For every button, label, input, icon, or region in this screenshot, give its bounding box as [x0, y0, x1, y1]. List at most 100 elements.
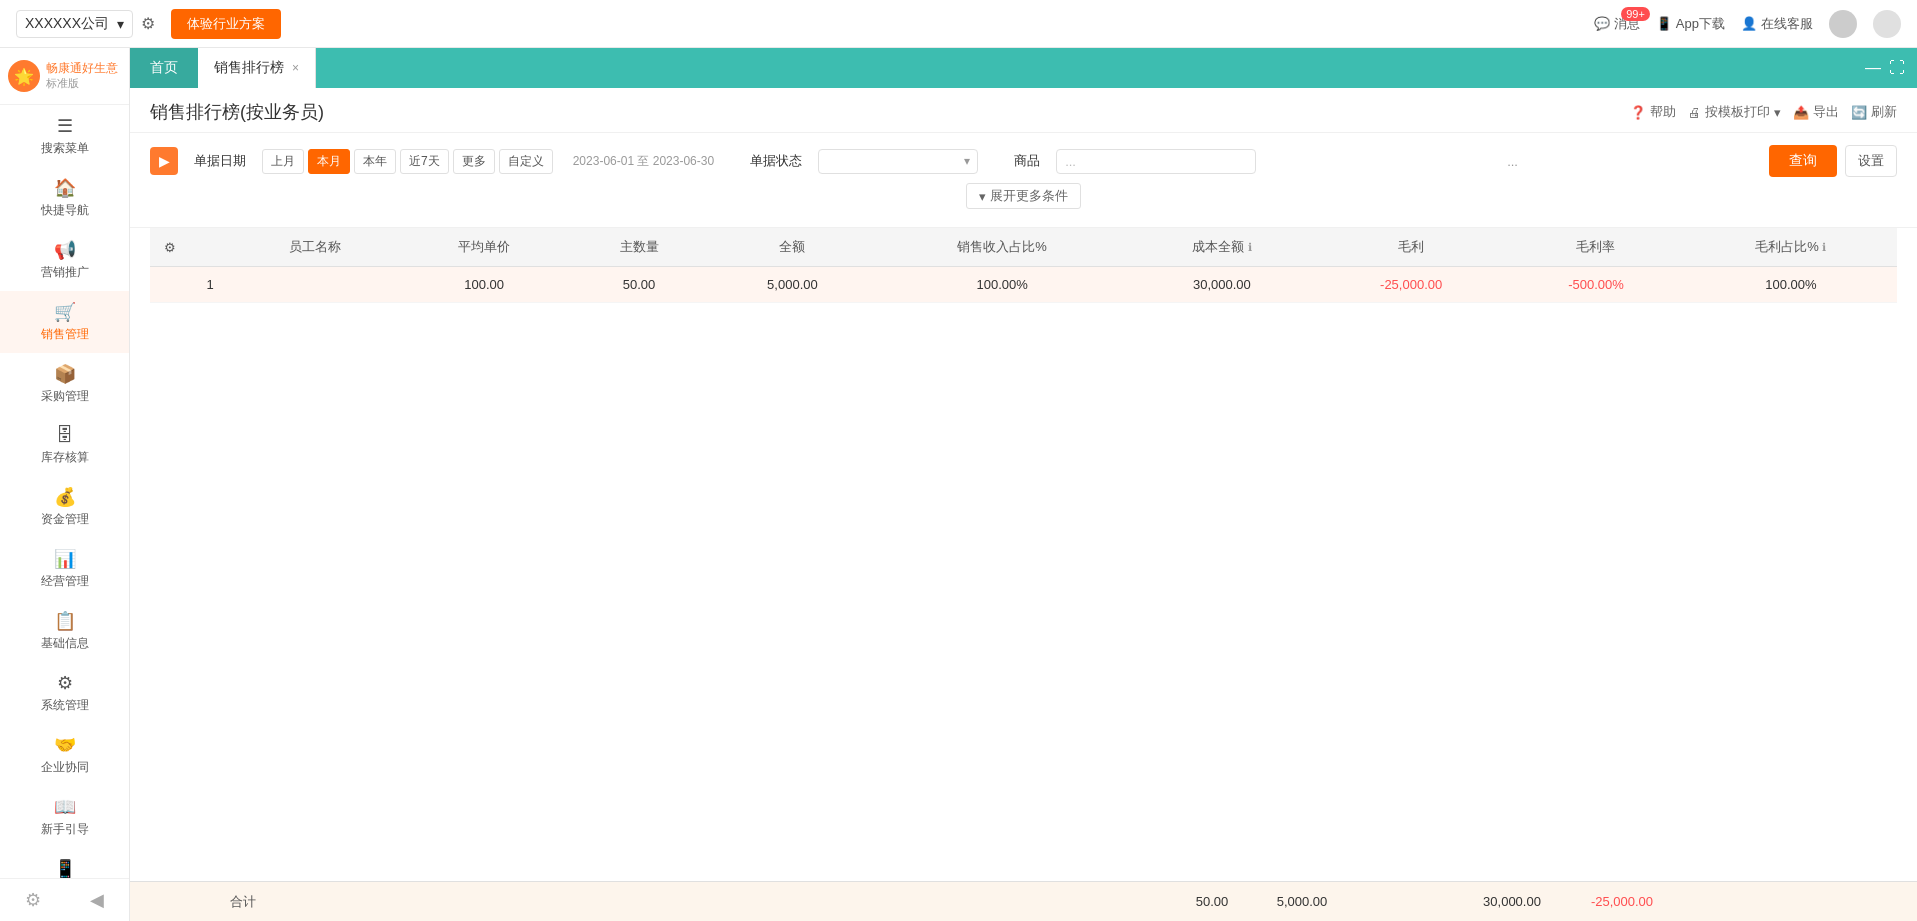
- online-label: 在线客服: [1761, 15, 1813, 33]
- sidebar-settings-btn[interactable]: ⚙: [25, 889, 41, 911]
- marketing-icon: 📢: [54, 239, 76, 261]
- th-sales-pct: 销售收入占比%: [876, 228, 1129, 267]
- query-actions: 查询 设置: [1769, 145, 1897, 177]
- logo-icon: 🌟: [8, 60, 40, 92]
- user-name-area[interactable]: [1873, 10, 1901, 38]
- user-avatar[interactable]: [1829, 10, 1857, 38]
- tab-sales-ranking[interactable]: 销售排行榜 ×: [198, 48, 316, 88]
- footer-main-qty: 50.00: [1167, 894, 1257, 909]
- logo-sub-text: 标准版: [46, 76, 118, 91]
- purchase-icon: 📦: [54, 363, 76, 385]
- sidebar-item-system[interactable]: ⚙ 系统管理: [0, 662, 129, 724]
- sidebar-item-sales[interactable]: 🛒 销售管理: [0, 291, 129, 353]
- system-icon: ⚙: [57, 672, 73, 694]
- sidebar-item-basic-info[interactable]: 📋 基础信息: [0, 600, 129, 662]
- finance-label: 资金管理: [41, 511, 89, 528]
- th-employee: 员工名称: [230, 228, 399, 267]
- sidebar-item-operations[interactable]: 📊 经营管理: [0, 538, 129, 600]
- top-bar: XXXXXX公司 ▾ ⚙ 体验行业方案 💬 消息 99+ 📱 App下载 👤 在…: [0, 0, 1917, 48]
- settings-button[interactable]: 设置: [1845, 145, 1897, 177]
- date-btn-this-month[interactable]: 本月: [308, 149, 350, 174]
- main-area: 🌟 畅康通好生意 标准版 ☰ 搜索菜单 🏠 快捷导航 📢 营销推广: [0, 48, 1917, 921]
- query-button[interactable]: 查询: [1769, 145, 1837, 177]
- table-row: 1 100.00 50.00 5,000.00 100.00% 30,000.0…: [150, 267, 1897, 303]
- tab-minimize-btn[interactable]: —: [1865, 59, 1881, 77]
- export-button[interactable]: 📤 导出: [1793, 103, 1839, 121]
- td-rank: 1: [190, 267, 230, 303]
- date-btn-this-year[interactable]: 本年: [354, 149, 396, 174]
- help-button[interactable]: ❓ 帮助: [1630, 103, 1676, 121]
- app-center-icon: 📱: [54, 858, 76, 878]
- sales-label: 销售管理: [41, 326, 89, 343]
- try-industry-button[interactable]: 体验行业方案: [171, 9, 281, 39]
- app-download-link[interactable]: 📱 App下载: [1656, 15, 1725, 33]
- service-icon: 👤: [1741, 16, 1757, 31]
- date-btn-custom[interactable]: 自定义: [499, 149, 553, 174]
- sidebar-item-enterprise[interactable]: 🤝 企业协同: [0, 724, 129, 786]
- operations-icon: 📊: [54, 548, 76, 570]
- filter-toggle-btn[interactable]: ▶: [150, 147, 178, 175]
- refresh-button[interactable]: 🔄 刷新: [1851, 103, 1897, 121]
- quick-nav-icon: 🏠: [54, 177, 76, 199]
- td-settings-row: [150, 267, 190, 303]
- help-icon: ❓: [1630, 105, 1646, 120]
- date-btn-7days[interactable]: 近7天: [400, 149, 449, 174]
- td-gross-rate: -500.00%: [1507, 267, 1685, 303]
- message-button[interactable]: 💬 消息 99+: [1594, 15, 1640, 33]
- sidebar-item-app-center[interactable]: 📱 应用中心: [0, 848, 129, 878]
- goods-filter-input[interactable]: ...: [1056, 149, 1256, 174]
- td-main-qty: 50.00: [569, 267, 709, 303]
- sidebar-collapse-btn[interactable]: ◀: [90, 889, 104, 911]
- sidebar-logo: 🌟 畅康通好生意 标准版: [0, 48, 129, 105]
- table-footer: 合计 50.00 5,000.00 30,000.00 -25,000.00: [130, 881, 1917, 921]
- page-header: 销售排行榜(按业务员) ❓ 帮助 🖨 按模板打印 ▾ 📤: [130, 88, 1917, 133]
- footer-label-cell: 合计: [230, 892, 1077, 911]
- tab-close-icon[interactable]: ×: [292, 61, 299, 75]
- app-icon: 📱: [1656, 16, 1672, 31]
- expand-icon: ▾: [979, 189, 986, 204]
- more-filter-link[interactable]: ...: [1507, 154, 1518, 169]
- chat-icon: 💬: [1594, 16, 1610, 31]
- td-cost: 30,000.00: [1129, 267, 1315, 303]
- print-button[interactable]: 🖨 按模板打印 ▾: [1688, 103, 1781, 121]
- date-btn-last-month[interactable]: 上月: [262, 149, 304, 174]
- refresh-icon: 🔄: [1851, 105, 1867, 120]
- date-btn-more[interactable]: 更多: [453, 149, 495, 174]
- cost-info-icon[interactable]: ℹ: [1248, 241, 1252, 253]
- operations-label: 经营管理: [41, 573, 89, 590]
- table-container: ⚙ 员工名称 平均单价 主数量 全额 销售收入占比% 成本全额 ℹ 毛利 毛利率: [130, 228, 1917, 881]
- status-select[interactable]: [818, 149, 978, 174]
- sidebar-item-guide[interactable]: 📖 新手引导: [0, 786, 129, 848]
- status-filter-label: 单据状态: [750, 152, 802, 170]
- expand-more-btn[interactable]: ▾ 展开更多条件: [966, 183, 1081, 209]
- sidebar-item-search-order[interactable]: ☰ 搜索菜单: [0, 105, 129, 167]
- sidebar-item-inventory[interactable]: 🗄 库存核算: [0, 415, 129, 476]
- td-gross-pct: 100.00%: [1685, 267, 1897, 303]
- gross-pct-info-icon[interactable]: ℹ: [1822, 241, 1826, 253]
- sidebar-item-finance[interactable]: 💰 资金管理: [0, 476, 129, 538]
- enterprise-label: 企业协同: [41, 759, 89, 776]
- topbar-settings-icon[interactable]: ⚙: [141, 14, 155, 33]
- sidebar-item-quick-nav[interactable]: 🏠 快捷导航: [0, 167, 129, 229]
- tab-expand-btn[interactable]: ⛶: [1889, 59, 1905, 77]
- th-amount: 全额: [709, 228, 875, 267]
- more-filter-label: ...: [1507, 154, 1518, 169]
- online-service-link[interactable]: 👤 在线客服: [1741, 15, 1813, 33]
- print-icon: 🖨: [1688, 105, 1701, 120]
- footer-cost: 30,000.00: [1457, 894, 1567, 909]
- td-employee: [230, 267, 399, 303]
- td-amount: 5,000.00: [709, 267, 875, 303]
- search-order-label: 搜索菜单: [41, 140, 89, 157]
- enterprise-icon: 🤝: [54, 734, 76, 756]
- td-sales-pct: 100.00%: [876, 267, 1129, 303]
- sidebar-item-purchase[interactable]: 📦 采购管理: [0, 353, 129, 415]
- th-rank: [190, 228, 230, 267]
- filter-row-1: ▶ 单据日期 上月 本月 本年 近7天 更多 自定义 2023-06-01 至 …: [150, 145, 1897, 177]
- guide-label: 新手引导: [41, 821, 89, 838]
- tab-home[interactable]: 首页: [130, 48, 198, 88]
- th-settings[interactable]: ⚙: [150, 228, 190, 267]
- sidebar-item-marketing[interactable]: 📢 营销推广: [0, 229, 129, 291]
- company-selector[interactable]: XXXXXX公司 ▾: [16, 10, 133, 38]
- header-row: ⚙ 员工名称 平均单价 主数量 全额 销售收入占比% 成本全额 ℹ 毛利 毛利率: [150, 228, 1897, 267]
- filter-toggle-icon: ▶: [159, 153, 170, 169]
